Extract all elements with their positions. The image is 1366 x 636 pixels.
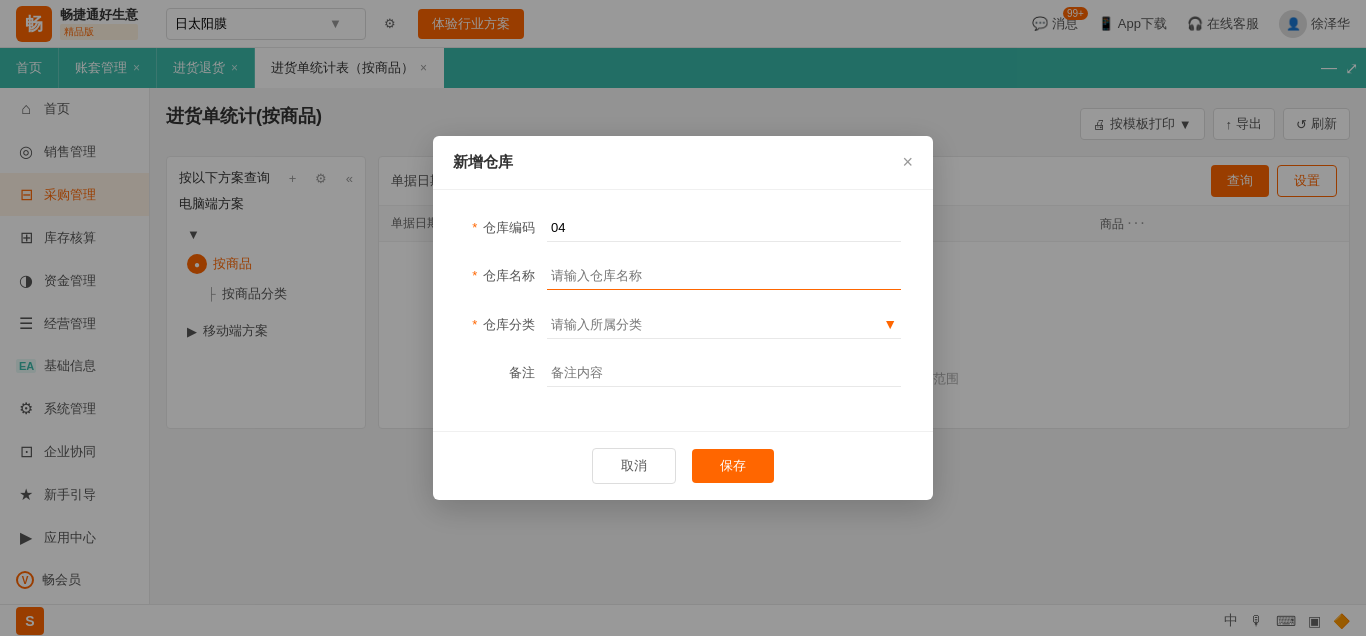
code-label: * 仓库编码 [465, 219, 535, 237]
category-dropdown-icon: ▼ [883, 316, 897, 332]
modal-close-button[interactable]: × [902, 152, 913, 173]
warehouse-note-input[interactable] [547, 359, 901, 387]
warehouse-note-row: 备注 [465, 359, 901, 387]
note-label: 备注 [465, 364, 535, 382]
modal-header: 新增仓库 × [433, 136, 933, 190]
modal-title: 新增仓库 [453, 153, 513, 172]
cancel-button[interactable]: 取消 [592, 448, 676, 484]
warehouse-code-row: * 仓库编码 [465, 214, 901, 242]
name-label: * 仓库名称 [465, 267, 535, 285]
add-warehouse-modal: 新增仓库 × * 仓库编码 * 仓库名称 [433, 136, 933, 500]
save-button[interactable]: 保存 [692, 449, 774, 483]
modal-footer: 取消 保存 [433, 431, 933, 500]
category-select-wrapper[interactable]: ▼ [547, 310, 901, 339]
category-label: * 仓库分类 [465, 316, 535, 334]
warehouse-name-input[interactable] [547, 262, 901, 290]
warehouse-category-row: * 仓库分类 ▼ [465, 310, 901, 339]
modal-body: * 仓库编码 * 仓库名称 * 仓库分类 [433, 190, 933, 431]
warehouse-code-input[interactable] [547, 214, 901, 242]
category-select-input[interactable] [551, 317, 883, 332]
modal-overlay[interactable]: 新增仓库 × * 仓库编码 * 仓库名称 [0, 0, 1366, 636]
warehouse-name-row: * 仓库名称 [465, 262, 901, 290]
